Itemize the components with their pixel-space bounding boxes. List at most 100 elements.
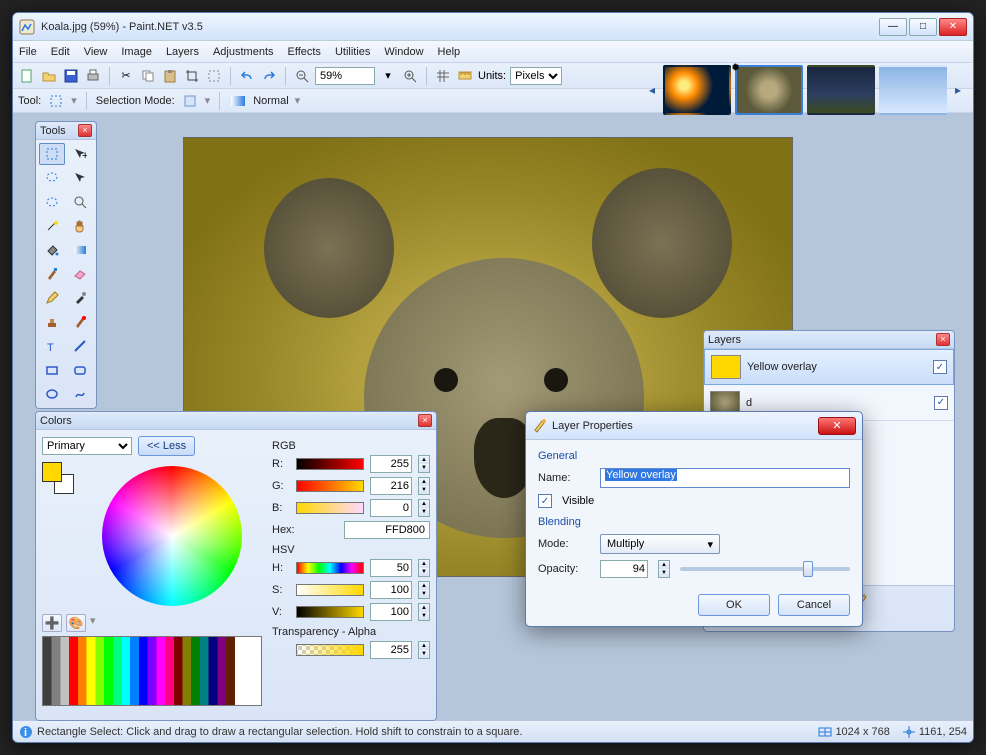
color-swatches[interactable] <box>42 462 74 494</box>
zoom-input[interactable] <box>315 67 375 85</box>
color-picker-tool[interactable] <box>67 287 93 309</box>
palette-swatches[interactable] <box>42 636 262 706</box>
units-select[interactable]: Pixels <box>510 67 562 85</box>
v-slider[interactable] <box>296 606 364 618</box>
pencil-tool[interactable] <box>39 287 65 309</box>
zoom-tool[interactable] <box>67 191 93 213</box>
menu-effects[interactable]: Effects <box>288 46 321 58</box>
minimize-button[interactable]: — <box>879 18 907 36</box>
colors-close-icon[interactable]: × <box>418 414 432 427</box>
s-slider[interactable] <box>296 584 364 596</box>
crop-icon[interactable] <box>183 67 201 85</box>
tools-close-icon[interactable]: × <box>78 124 92 137</box>
layer-row-1[interactable]: Yellow overlay ✓ <box>704 349 954 385</box>
open-icon[interactable] <box>40 67 58 85</box>
dialog-titlebar[interactable]: Layer Properties ✕ <box>526 412 862 440</box>
eraser-tool[interactable] <box>67 263 93 285</box>
rect-select-tool[interactable] <box>39 143 65 165</box>
rectangle-shape-tool[interactable] <box>39 359 65 381</box>
g-slider[interactable] <box>296 480 364 492</box>
menu-file[interactable]: File <box>19 46 37 58</box>
menu-window[interactable]: Window <box>384 46 423 58</box>
doc-thumb-1[interactable] <box>663 65 731 115</box>
copy-icon[interactable] <box>139 67 157 85</box>
paintbrush-tool[interactable] <box>39 263 65 285</box>
ellipse-select-tool[interactable] <box>39 191 65 213</box>
colors-panel-title[interactable]: Colors × <box>36 412 436 430</box>
thumbs-next-button[interactable]: ▸ <box>951 80 965 100</box>
maximize-button[interactable]: □ <box>909 18 937 36</box>
clone-stamp-tool[interactable] <box>39 311 65 333</box>
visible-checkbox[interactable]: ✓ <box>538 494 552 508</box>
v-spinner[interactable]: ▲▼ <box>418 603 430 621</box>
opacity-spinner[interactable]: ▲▼ <box>658 560 670 578</box>
move-tool[interactable] <box>67 167 93 189</box>
h-spinner[interactable]: ▲▼ <box>418 559 430 577</box>
b-input[interactable] <box>370 499 412 517</box>
grid-icon[interactable] <box>434 67 452 85</box>
less-button[interactable]: << Less <box>138 436 195 456</box>
menu-adjustments[interactable]: Adjustments <box>213 46 274 58</box>
color-wheel[interactable] <box>102 466 242 606</box>
zoom-in-icon[interactable] <box>401 67 419 85</box>
zoom-out-icon[interactable] <box>293 67 311 85</box>
dialog-close-button[interactable]: ✕ <box>818 417 856 435</box>
blend-icon[interactable] <box>229 92 247 110</box>
menu-layers[interactable]: Layers <box>166 46 199 58</box>
print-icon[interactable] <box>84 67 102 85</box>
round-rect-shape-tool[interactable] <box>67 359 93 381</box>
ruler-icon[interactable] <box>456 67 474 85</box>
paste-icon[interactable] <box>161 67 179 85</box>
slider-thumb[interactable] <box>803 561 813 577</box>
redo-icon[interactable] <box>260 67 278 85</box>
s-spinner[interactable]: ▲▼ <box>418 581 430 599</box>
move-selection-tool[interactable]: + <box>67 143 93 165</box>
doc-thumb-4[interactable] <box>879 65 947 115</box>
s-input[interactable] <box>370 581 412 599</box>
g-spinner[interactable]: ▲▼ <box>418 477 430 495</box>
opacity-slider[interactable] <box>680 567 850 571</box>
paint-bucket-tool[interactable] <box>39 239 65 261</box>
line-tool[interactable] <box>67 335 93 357</box>
selmode-replace-icon[interactable] <box>181 92 199 110</box>
r-spinner[interactable]: ▲▼ <box>418 455 430 473</box>
layer-visible-checkbox[interactable]: ✓ <box>934 396 948 410</box>
h-slider[interactable] <box>296 562 364 574</box>
alpha-spinner[interactable]: ▲▼ <box>418 641 430 659</box>
blend-mode-select[interactable]: Multiply▾ <box>600 534 720 554</box>
menu-view[interactable]: View <box>84 46 108 58</box>
ellipse-shape-tool[interactable] <box>39 383 65 405</box>
pan-tool[interactable] <box>67 215 93 237</box>
thumbs-prev-button[interactable]: ◂ <box>645 80 659 100</box>
menu-edit[interactable]: Edit <box>51 46 70 58</box>
new-icon[interactable] <box>18 67 36 85</box>
layer-visible-checkbox[interactable]: ✓ <box>933 360 947 374</box>
alpha-input[interactable] <box>370 641 412 659</box>
zoom-dropdown-icon[interactable]: ▾ <box>379 67 397 85</box>
text-tool[interactable]: T <box>39 335 65 357</box>
doc-thumb-2[interactable]: ✹ <box>735 65 803 115</box>
menu-help[interactable]: Help <box>438 46 461 58</box>
tool-dropdown-icon[interactable]: ▾ <box>71 94 77 107</box>
undo-icon[interactable] <box>238 67 256 85</box>
r-input[interactable] <box>370 455 412 473</box>
menu-image[interactable]: Image <box>121 46 152 58</box>
blend-dropdown-icon[interactable]: ▾ <box>295 94 301 107</box>
doc-thumb-3[interactable] <box>807 65 875 115</box>
alpha-slider[interactable] <box>296 644 364 656</box>
hex-input[interactable] <box>344 521 430 539</box>
lasso-tool[interactable] <box>39 167 65 189</box>
gradient-tool[interactable] <box>67 239 93 261</box>
freeform-shape-tool[interactable] <box>67 383 93 405</box>
palette-icon[interactable]: 🎨 <box>66 614 86 632</box>
cancel-button[interactable]: Cancel <box>778 594 850 616</box>
r-slider[interactable] <box>296 458 364 470</box>
current-tool-icon[interactable] <box>47 92 65 110</box>
primary-swatch[interactable] <box>42 462 62 482</box>
h-input[interactable] <box>370 559 412 577</box>
tools-panel-title[interactable]: Tools × <box>36 122 96 140</box>
recolor-tool[interactable] <box>67 311 93 333</box>
v-input[interactable] <box>370 603 412 621</box>
layers-panel-title[interactable]: Layers × <box>704 331 954 349</box>
menu-utilities[interactable]: Utilities <box>335 46 370 58</box>
